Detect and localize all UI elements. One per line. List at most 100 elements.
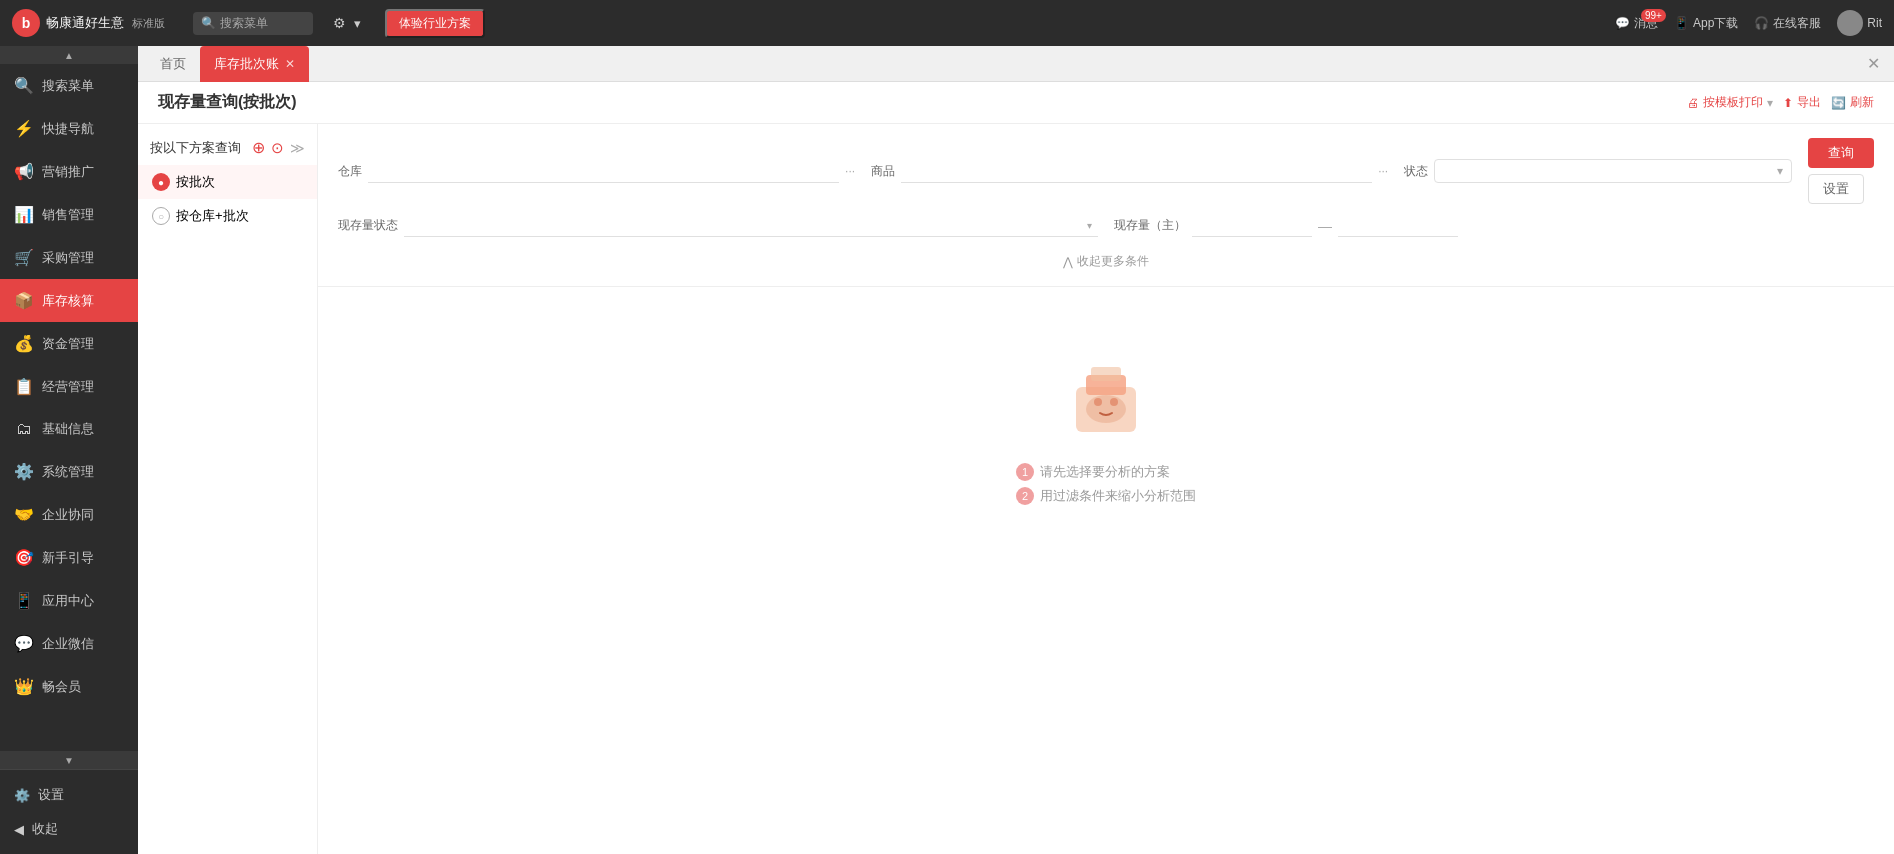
tab-close-icon[interactable]: ✕ (285, 57, 295, 71)
sidebar-item-sales[interactable]: 📊 销售管理 (0, 193, 138, 236)
scheme-item-by-warehouse-batch[interactable]: ○ 按仓库+批次 (138, 199, 317, 233)
sidebar-item-label: 库存核算 (42, 292, 94, 310)
print-button[interactable]: 🖨 按模板打印 ▾ (1687, 94, 1773, 111)
svg-point-5 (1110, 398, 1118, 406)
scheme-settings-icon[interactable]: ⊙ (271, 139, 284, 157)
sidebar-item-guide[interactable]: 🎯 新手引导 (0, 536, 138, 579)
basic-icon: 🗂 (14, 420, 34, 438)
sidebar-item-inventory[interactable]: 📦 库存核算 (0, 279, 138, 322)
sidebar-item-label: 营销推广 (42, 163, 94, 181)
sidebar-item-basic[interactable]: 🗂 基础信息 (0, 408, 138, 450)
content-area: 首页 库存批次账 ✕ ✕ 现存量查询(按批次) 🖨 按模板打印 ▾ ⬆ (138, 46, 1894, 854)
sidebar-item-marketing[interactable]: 📢 营销推广 (0, 150, 138, 193)
inventory-status-filter: 现存量状态 ▾ (338, 214, 1098, 237)
user-profile-button[interactable]: Rit (1837, 10, 1882, 36)
tab-batch-inventory[interactable]: 库存批次账 ✕ (200, 46, 309, 82)
sidebar-item-quicknav[interactable]: ⚡ 快捷导航 (0, 107, 138, 150)
scheme-item-by-batch[interactable]: ● 按批次 (138, 165, 317, 199)
phone-icon: 📱 (1674, 16, 1689, 30)
warehouse-more[interactable]: ··· (845, 164, 855, 178)
empty-tips: 1 请先选择要分析的方案 2 用过滤条件来缩小分析范围 (1016, 463, 1196, 511)
sidebar-item-apps[interactable]: 📱 应用中心 (0, 579, 138, 622)
refresh-icon: 🔄 (1831, 96, 1846, 110)
empty-illustration (1056, 347, 1156, 447)
sidebar-bottom: ⚙️ 设置 ◀ 收起 (0, 769, 138, 854)
user-name: Rit (1867, 16, 1882, 30)
sidebar-scroll-down[interactable]: ▼ (0, 751, 138, 769)
empty-state: 1 请先选择要分析的方案 2 用过滤条件来缩小分析范围 (318, 287, 1894, 571)
sidebar-collapse-button[interactable]: ◀ 收起 (0, 812, 138, 846)
right-content: 仓库 ··· 商品 ··· 状态 (318, 124, 1894, 854)
guide-icon: 🎯 (14, 548, 34, 567)
sidebar-item-label: 采购管理 (42, 249, 94, 267)
refresh-button[interactable]: 🔄 刷新 (1831, 94, 1874, 111)
online-service-button[interactable]: 🎧 在线客服 (1754, 15, 1821, 32)
query-button[interactable]: 查询 (1808, 138, 1874, 168)
inventory-icon: 📦 (14, 291, 34, 310)
app-edition: 标准版 (132, 16, 165, 31)
sidebar-settings-button[interactable]: ⚙️ 设置 (0, 778, 138, 812)
add-scheme-icon[interactable]: ⊕ (252, 138, 265, 157)
goods-input[interactable] (901, 160, 1372, 183)
inventory-status-select-wrap[interactable]: ▾ (404, 214, 1098, 237)
inventory-amount-filter: 现存量（主） — (1114, 214, 1874, 237)
tip-text-1: 请先选择要分析的方案 (1040, 463, 1170, 481)
settings-icon: ⚙️ (14, 788, 30, 803)
online-service-label: 在线客服 (1773, 15, 1821, 32)
experience-button[interactable]: 体验行业方案 (385, 9, 485, 38)
sidebar-item-finance[interactable]: 💰 资金管理 (0, 322, 138, 365)
status-chevron-icon: ▾ (1777, 164, 1783, 178)
app-download-button[interactable]: 📱 App下载 (1674, 15, 1738, 32)
collapse-panel-icon[interactable]: ≫ (290, 140, 305, 156)
search-icon: 🔍 (201, 16, 216, 30)
page-title: 现存量查询(按批次) (158, 92, 297, 113)
search-menu-input[interactable]: 🔍 搜索菜单 (193, 12, 313, 35)
sidebar-item-member[interactable]: 👑 畅会员 (0, 665, 138, 708)
goods-label: 商品 (871, 163, 895, 180)
panel-close-button[interactable]: ✕ (1861, 54, 1886, 73)
export-button[interactable]: ⬆ 导出 (1783, 94, 1821, 111)
page-actions: 🖨 按模板打印 ▾ ⬆ 导出 🔄 刷新 (1687, 94, 1874, 111)
sidebar-item-label: 系统管理 (42, 463, 94, 481)
gear-icon[interactable]: ⚙ (333, 15, 346, 31)
sidebar-item-search[interactable]: 🔍 搜索菜单 (0, 64, 138, 107)
inventory-status-select[interactable] (410, 218, 1087, 232)
tab-home[interactable]: 首页 (146, 46, 200, 82)
warehouse-input[interactable] (368, 160, 839, 183)
sidebar-item-purchase[interactable]: 🛒 采购管理 (0, 236, 138, 279)
system-icon: ⚙️ (14, 462, 34, 481)
message-icon: 💬 (1615, 16, 1630, 30)
print-icon: 🖨 (1687, 96, 1699, 110)
sidebar-settings-label: 设置 (38, 786, 64, 804)
sidebar-item-system[interactable]: ⚙️ 系统管理 (0, 450, 138, 493)
inventory-amount-to[interactable] (1338, 214, 1458, 237)
setting-button[interactable]: 设置 (1808, 174, 1864, 204)
scheme-header: 按以下方案查询 ⊕ ⊙ ≫ (138, 134, 317, 165)
range-dash: — (1318, 218, 1332, 234)
app-download-label: App下载 (1693, 15, 1738, 32)
collapse-more-button[interactable]: ⋀ 收起更多条件 (338, 247, 1874, 272)
sidebar-item-operations[interactable]: 📋 经营管理 (0, 365, 138, 408)
status-label: 状态 (1404, 163, 1428, 180)
tab-home-label: 首页 (160, 55, 186, 73)
print-label: 按模板打印 (1703, 94, 1763, 111)
sidebar-item-enterprise[interactable]: 🤝 企业协同 (0, 493, 138, 536)
sidebar-item-wechat[interactable]: 💬 企业微信 (0, 622, 138, 665)
status-dropdown[interactable]: ▾ (1434, 159, 1792, 183)
warehouse-label: 仓库 (338, 163, 362, 180)
empty-tip-1: 1 请先选择要分析的方案 (1016, 463, 1196, 481)
sidebar-item-label: 企业微信 (42, 635, 94, 653)
inventory-amount-from[interactable] (1192, 214, 1312, 237)
goods-filter: 商品 ··· (871, 160, 1388, 183)
collapse-icon: ◀ (14, 822, 24, 837)
filter-area: 仓库 ··· 商品 ··· 状态 (318, 124, 1894, 287)
dropdown-icon[interactable]: ▾ (354, 16, 361, 31)
messages-button[interactable]: 💬 消息 99+ (1615, 15, 1658, 32)
search-menu-icon: 🔍 (14, 76, 34, 95)
goods-more[interactable]: ··· (1378, 164, 1388, 178)
sales-icon: 📊 (14, 205, 34, 224)
main-layout: ▲ 🔍 搜索菜单 ⚡ 快捷导航 📢 营销推广 📊 销售管理 🛒 采购管理 📦 库… (0, 46, 1894, 854)
wechat-icon: 💬 (14, 634, 34, 653)
sidebar-scroll-up[interactable]: ▲ (0, 46, 138, 64)
sidebar-item-label: 基础信息 (42, 420, 94, 438)
